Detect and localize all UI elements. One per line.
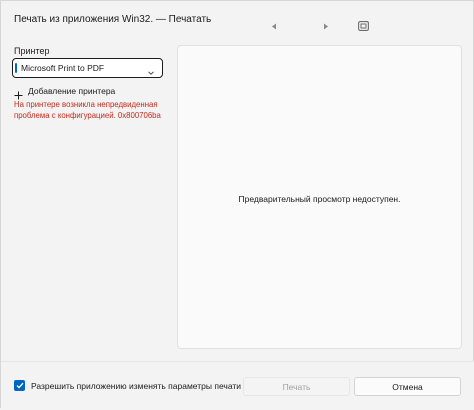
chevron-down-icon bbox=[147, 64, 155, 75]
chevron-left-icon[interactable] bbox=[267, 19, 281, 33]
checkbox-checked-icon bbox=[14, 380, 25, 391]
add-printer-link[interactable]: Добавление принтера bbox=[14, 85, 116, 99]
allow-app-settings-label: Разрешить приложению изменять параметры … bbox=[31, 380, 241, 391]
print-dialog: Печать из приложения Win32. — Печатать П… bbox=[0, 0, 474, 410]
dialog-footer: Разрешить приложению изменять параметры … bbox=[1, 361, 474, 410]
add-printer-label: Добавление принтера bbox=[28, 86, 116, 96]
plus-icon bbox=[14, 87, 23, 99]
chevron-right-icon[interactable] bbox=[319, 19, 333, 33]
print-button[interactable]: Печать bbox=[243, 377, 350, 396]
settings-panel: Принтер Microsoft Print to PDF Добавлени… bbox=[1, 41, 177, 341]
printer-label: Принтер bbox=[14, 46, 50, 56]
fit-to-window-icon[interactable] bbox=[356, 19, 370, 33]
allow-app-settings-checkbox[interactable]: Разрешить приложению изменять параметры … bbox=[14, 380, 241, 391]
printer-dropdown[interactable]: Microsoft Print to PDF bbox=[12, 58, 163, 78]
preview-controls bbox=[1, 19, 474, 33]
focus-accent bbox=[15, 63, 17, 73]
printer-selected-value: Microsoft Print to PDF bbox=[21, 63, 105, 73]
preview-unavailable-message: Предварительный просмотр недоступен. bbox=[238, 194, 401, 204]
cancel-button[interactable]: Отмена bbox=[354, 377, 461, 396]
print-preview-area: Предварительный просмотр недоступен. bbox=[177, 45, 462, 349]
printer-error-message: На принтере возникла непредвиденная проб… bbox=[14, 100, 161, 120]
